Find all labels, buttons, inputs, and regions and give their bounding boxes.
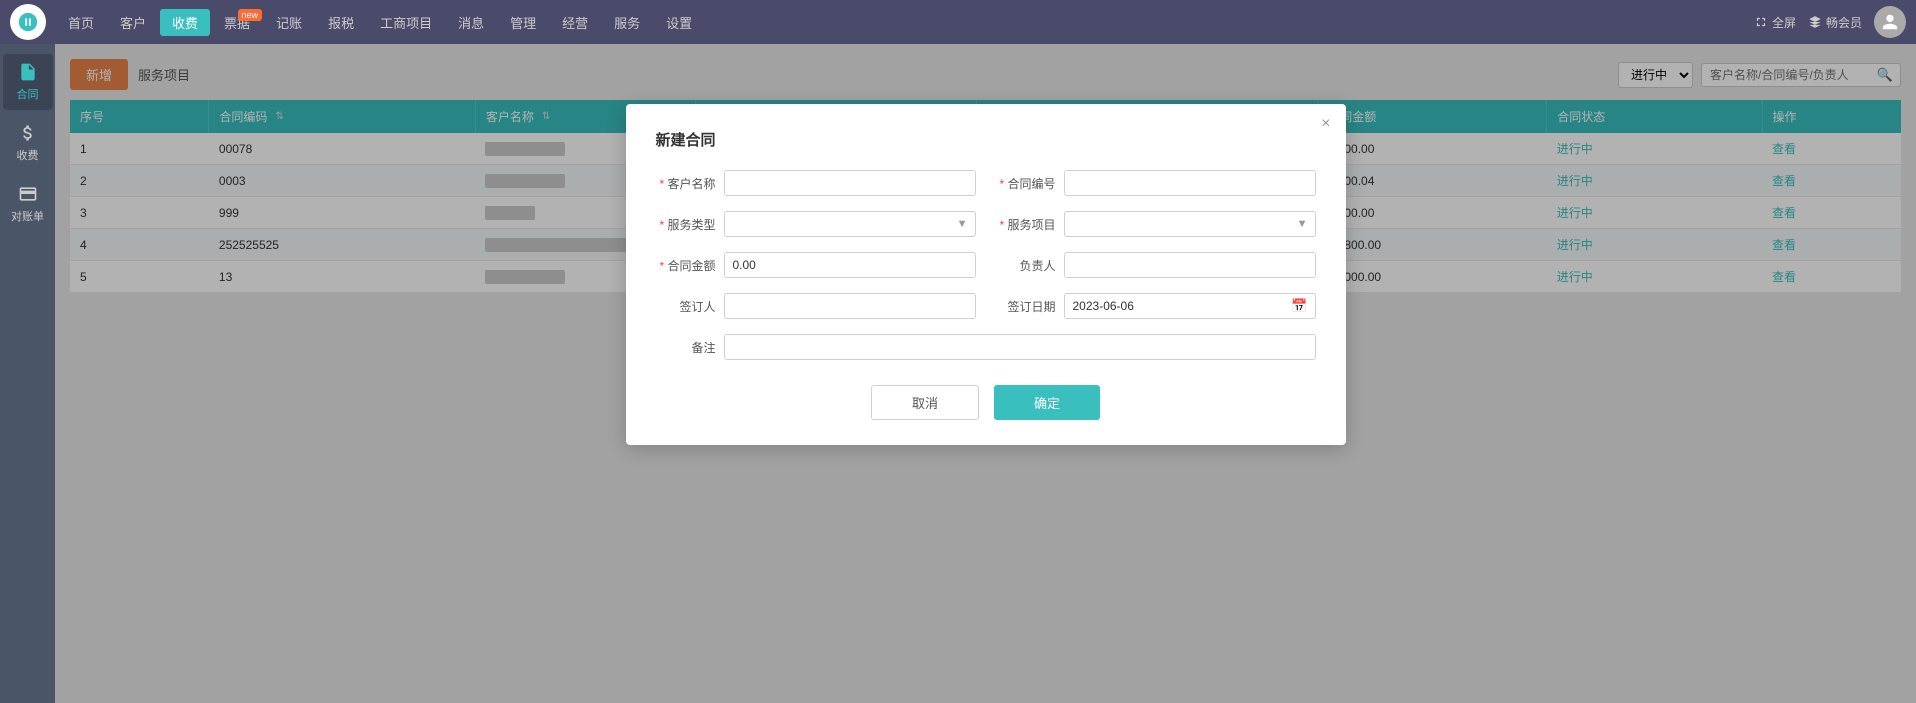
main-content: 新增 服务项目 进行中 已完成 已终止 🔍 序号 合同编码⇅ <box>55 44 1916 703</box>
modal-overlay: × 新建合同 客户名称 合同编号 服务类型 <box>55 44 1916 703</box>
form-row-customer: 客户名称 <box>656 170 976 196</box>
statement-icon <box>18 184 38 204</box>
nav-operation[interactable]: 经营 <box>550 9 600 36</box>
amount-label: 合同金额 <box>656 257 716 274</box>
sign-date-label: 签订日期 <box>996 298 1056 315</box>
nav-customer[interactable]: 客户 <box>108 9 158 36</box>
cancel-button[interactable]: 取消 <box>871 385 979 420</box>
topnav: 首页 客户 收费 票据 new 记账 报税 工商项目 消息 管理 经营 服务 设… <box>0 0 1916 44</box>
sidebar: 合同 收费 对账单 <box>0 44 55 703</box>
customer-name-input[interactable] <box>724 170 976 196</box>
sidebar-item-fee[interactable]: 收费 <box>3 115 53 171</box>
service-item-label: 服务项目 <box>996 216 1056 233</box>
form-row-sign-date: 签订日期 📅 <box>996 293 1316 319</box>
form-row-remark: 备注 <box>656 334 1316 360</box>
nav-settings[interactable]: 设置 <box>654 9 704 36</box>
form-grid: 客户名称 合同编号 服务类型 ▼ <box>656 170 1316 360</box>
modal-footer: 取消 确定 <box>656 385 1316 420</box>
sidebar-item-statement-label: 对账单 <box>11 208 44 224</box>
new-badge: new <box>238 9 263 21</box>
signer-label: 签订人 <box>656 298 716 315</box>
amount-input[interactable] <box>724 252 976 278</box>
contract-no-label: 合同编号 <box>996 175 1056 192</box>
responsible-label: 负责人 <box>996 257 1056 274</box>
customer-name-label: 客户名称 <box>656 175 716 192</box>
contract-no-input[interactable] <box>1064 170 1316 196</box>
remark-label: 备注 <box>656 339 716 356</box>
signer-input[interactable] <box>724 293 976 319</box>
avatar[interactable] <box>1874 6 1906 38</box>
sign-date-input[interactable] <box>1064 293 1316 319</box>
nav-fee[interactable]: 收费 <box>160 9 210 36</box>
modal-title: 新建合同 <box>656 129 1316 150</box>
calendar-icon[interactable]: 📅 <box>1291 298 1307 314</box>
main-layout: 合同 收费 对账单 新增 服务项目 进行中 已完成 已终止 <box>0 44 1916 703</box>
sign-date-wrap: 📅 <box>1064 293 1316 319</box>
topnav-right: 全屏 畅会员 <box>1754 6 1906 38</box>
modal-close-button[interactable]: × <box>1321 116 1330 132</box>
confirm-button[interactable]: 确定 <box>994 385 1100 420</box>
service-item-select[interactable] <box>1064 211 1316 237</box>
fee-icon <box>18 123 38 143</box>
nav-bill[interactable]: 票据 new <box>212 9 262 36</box>
nav-tax[interactable]: 报税 <box>316 9 366 36</box>
responsible-input[interactable] <box>1064 252 1316 278</box>
nav-manage[interactable]: 管理 <box>498 9 548 36</box>
service-type-select-wrap: ▼ <box>724 211 976 237</box>
form-row-contract-no: 合同编号 <box>996 170 1316 196</box>
remark-input[interactable] <box>724 334 1316 360</box>
member-button[interactable]: 畅会员 <box>1808 14 1862 31</box>
service-type-label: 服务类型 <box>656 216 716 233</box>
nav-home[interactable]: 首页 <box>56 9 106 36</box>
nav-items: 首页 客户 收费 票据 new 记账 报税 工商项目 消息 管理 经营 服务 设… <box>56 9 1754 36</box>
nav-message[interactable]: 消息 <box>446 9 496 36</box>
form-row-service-item: 服务项目 ▼ <box>996 211 1316 237</box>
modal-dialog: × 新建合同 客户名称 合同编号 服务类型 <box>626 104 1346 445</box>
nav-service[interactable]: 服务 <box>602 9 652 36</box>
sidebar-item-contract-label: 合同 <box>17 86 39 102</box>
nav-accounting[interactable]: 记账 <box>264 9 314 36</box>
contract-icon <box>18 62 38 82</box>
nav-business[interactable]: 工商项目 <box>368 9 444 36</box>
form-row-service-type: 服务类型 ▼ <box>656 211 976 237</box>
service-type-select[interactable] <box>724 211 976 237</box>
sidebar-item-contract[interactable]: 合同 <box>3 54 53 110</box>
form-row-signer: 签订人 <box>656 293 976 319</box>
sidebar-item-fee-label: 收费 <box>17 147 39 163</box>
fullscreen-label: 全屏 <box>1772 14 1796 31</box>
form-row-responsible: 负责人 <box>996 252 1316 278</box>
logo <box>10 4 46 40</box>
sidebar-item-statement[interactable]: 对账单 <box>3 176 53 232</box>
fullscreen-button[interactable]: 全屏 <box>1754 14 1796 31</box>
form-row-amount: 合同金额 <box>656 252 976 278</box>
service-item-select-wrap: ▼ <box>1064 211 1316 237</box>
member-label: 畅会员 <box>1826 14 1862 31</box>
